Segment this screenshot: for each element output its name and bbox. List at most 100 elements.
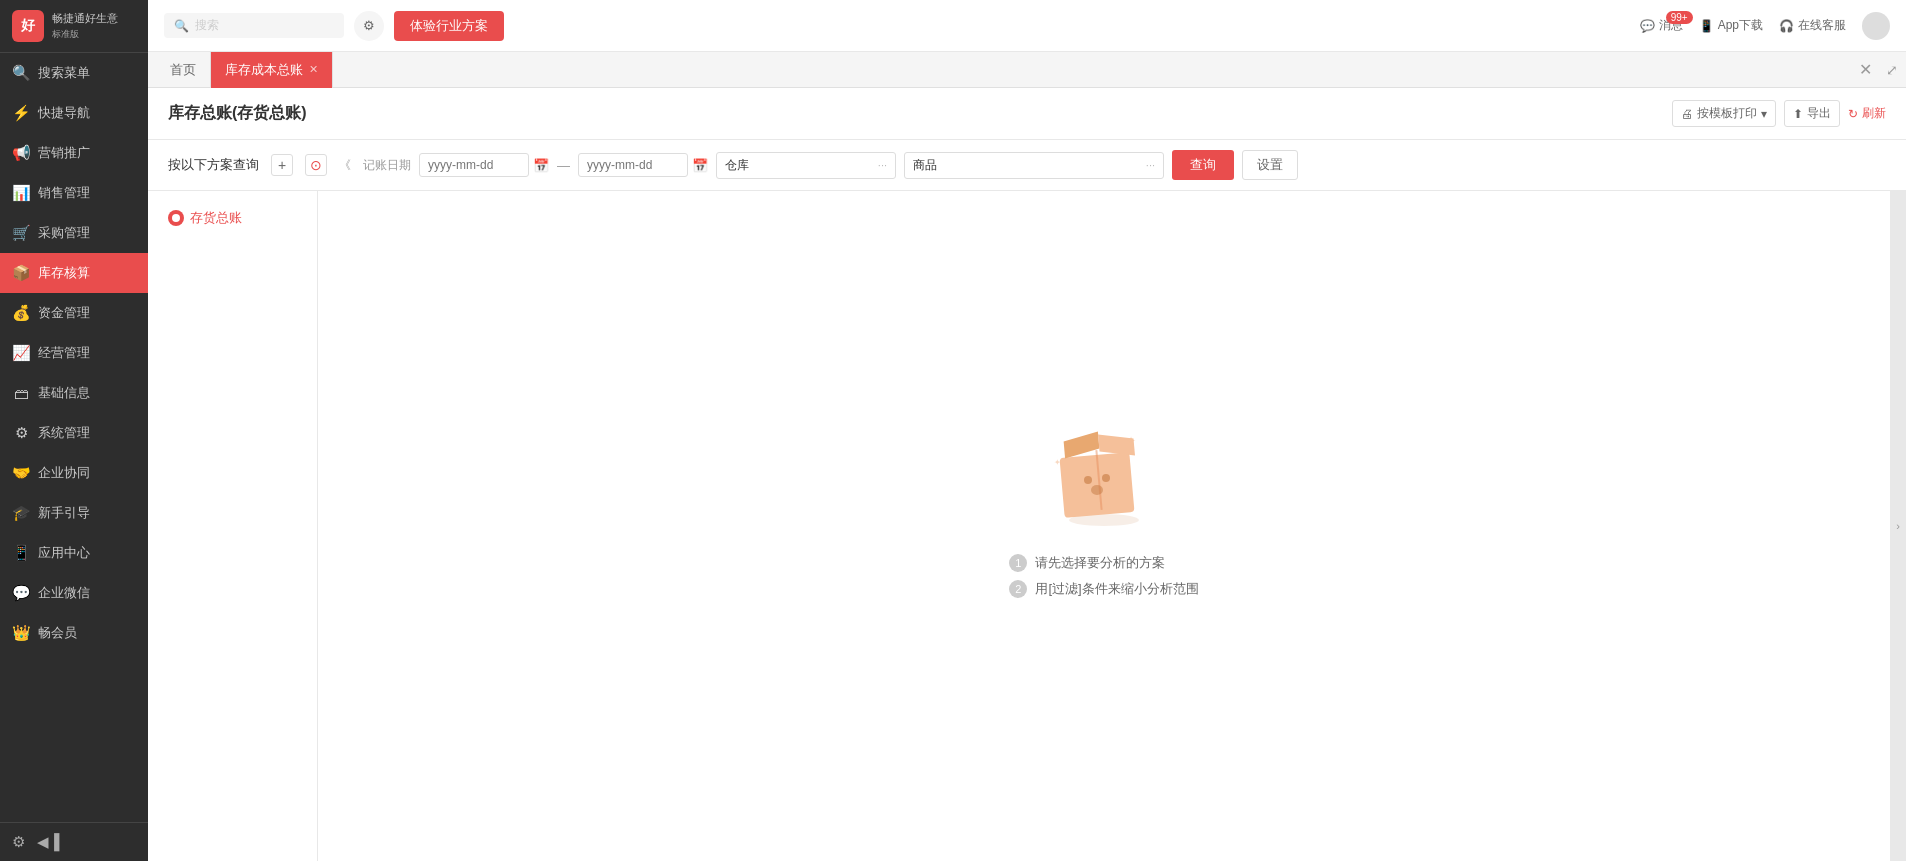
- quick-nav-icon: ⚡: [12, 104, 30, 122]
- svg-text:✦: ✦: [1126, 434, 1136, 448]
- sidebar-item-wechat[interactable]: 💬 企业微信: [0, 573, 148, 613]
- sidebar-item-guide[interactable]: 🎓 新手引导: [0, 493, 148, 533]
- date-end-input[interactable]: [578, 153, 688, 177]
- sidebar-item-marketing[interactable]: 📢 营销推广: [0, 133, 148, 173]
- sidebar-item-inventory[interactable]: 📦 库存核算: [0, 253, 148, 293]
- system-icon: ⚙: [12, 424, 30, 442]
- empty-tip-2: 2 用[过滤]条件来缩小分析范围: [1009, 580, 1198, 598]
- tab-home[interactable]: 首页: [156, 52, 211, 88]
- top-bar: 🔍 搜索 ⚙ 体验行业方案 💬 消息 99+ 📱 App下载 🎧 在线客服: [148, 0, 1906, 52]
- home-tab-label: 首页: [170, 61, 196, 79]
- sidebar-item-search[interactable]: 🔍 搜索菜单: [0, 53, 148, 93]
- basic-info-icon: 🗃: [12, 385, 30, 402]
- sidebar-item-purchase[interactable]: 🛒 采购管理: [0, 213, 148, 253]
- settings-icon-btn[interactable]: ⚙: [354, 11, 384, 41]
- tab-close-icon[interactable]: ✕: [309, 63, 318, 76]
- sidebar-item-sales[interactable]: 📊 销售管理: [0, 173, 148, 213]
- top-bar-right: 💬 消息 99+ 📱 App下载 🎧 在线客服: [1640, 12, 1890, 40]
- calendar-end-icon[interactable]: 📅: [692, 158, 708, 173]
- sidebar-footer: ⚙ ◀▐: [0, 822, 148, 861]
- appstore-icon: 📱: [12, 544, 30, 562]
- refresh-icon: ↻: [1848, 107, 1858, 121]
- app-download-item[interactable]: 📱 App下载: [1699, 17, 1763, 34]
- user-avatar[interactable]: [1862, 12, 1890, 40]
- sidebar-item-finance[interactable]: 💰 资金管理: [0, 293, 148, 333]
- sidebar-item-appstore[interactable]: 📱 应用中心: [0, 533, 148, 573]
- filter-fields-row: 记账日期 📅 — 📅 仓库 ··· 商品 ···: [363, 150, 1886, 180]
- search-bar[interactable]: 🔍 搜索: [164, 13, 344, 38]
- headset-icon: 🎧: [1779, 19, 1794, 33]
- online-service-item[interactable]: 🎧 在线客服: [1779, 17, 1846, 34]
- sidebar-item-cooperation[interactable]: 🤝 企业协同: [0, 453, 148, 493]
- date-end-field: 📅: [578, 153, 708, 177]
- scheme-item-inventory[interactable]: 存货总账: [160, 203, 305, 233]
- phone-icon: 📱: [1699, 19, 1714, 33]
- tab-bar: 首页 库存成本总账 ✕ ✕ ⤢: [148, 52, 1906, 88]
- main-content: 🔍 搜索 ⚙ 体验行业方案 💬 消息 99+ 📱 App下载 🎧 在线客服 首页: [148, 0, 1906, 861]
- date-start-input[interactable]: [419, 153, 529, 177]
- close-panel-button[interactable]: ✕: [1853, 58, 1878, 81]
- inventory-tab-label: 库存成本总账: [225, 61, 303, 79]
- logo-icon: 好: [12, 10, 44, 42]
- inventory-icon: 📦: [12, 264, 30, 282]
- app-logo: 好 畅捷通好生意 标准版: [0, 0, 148, 53]
- goods-selector[interactable]: 商品 ···: [904, 152, 1164, 179]
- warehouse-more-icon: ···: [878, 159, 887, 171]
- right-panel-toggle[interactable]: ›: [1890, 191, 1906, 861]
- filter-label: 按以下方案查询: [168, 156, 259, 174]
- svg-point-6: [1091, 485, 1103, 495]
- tab-inventory-ledger[interactable]: 库存成本总账 ✕: [211, 52, 333, 88]
- export-icon: ⬆: [1793, 107, 1803, 121]
- finance-icon: 💰: [12, 304, 30, 322]
- calendar-start-icon[interactable]: 📅: [533, 158, 549, 173]
- export-button[interactable]: ⬆ 导出: [1784, 100, 1840, 127]
- print-icon: 🖨: [1681, 107, 1693, 121]
- empty-tips: 1 请先选择要分析的方案 2 用[过滤]条件来缩小分析范围: [1009, 554, 1198, 598]
- filter-settings-button[interactable]: ⊙: [305, 154, 327, 176]
- messages-item[interactable]: 💬 消息 99+: [1640, 17, 1683, 34]
- expand-icon[interactable]: ⤢: [1886, 62, 1898, 78]
- purchase-icon: 🛒: [12, 224, 30, 242]
- filter-bar: 按以下方案查询 + ⊙ 《 记账日期 📅 — 📅 仓库 ··: [148, 140, 1906, 191]
- header-actions: 🖨 按模板打印 ▾ ⬆ 导出 ↻ 刷新: [1672, 100, 1886, 127]
- member-icon: 👑: [12, 624, 30, 642]
- industry-solution-button[interactable]: 体验行业方案: [394, 11, 504, 41]
- print-button[interactable]: 🖨 按模板打印 ▾: [1672, 100, 1776, 127]
- sidebar: 好 畅捷通好生意 标准版 🔍 搜索菜单 ⚡ 快捷导航 📢 营销推广 📊 销售管理…: [0, 0, 148, 861]
- warehouse-selector[interactable]: 仓库 ···: [716, 152, 896, 179]
- sidebar-item-quick-nav[interactable]: ⚡ 快捷导航: [0, 93, 148, 133]
- empty-state-area: ✦ ✦ 1 请先选择要分析的方案 2 用[过滤]条件来缩小分析范围: [318, 191, 1890, 861]
- empty-illustration: ✦ ✦: [1044, 415, 1164, 538]
- goods-more-icon: ···: [1146, 159, 1155, 171]
- filter-add-button[interactable]: +: [271, 154, 293, 176]
- setup-button[interactable]: 设置: [1242, 150, 1298, 180]
- date-start-field: 📅: [419, 153, 549, 177]
- print-dropdown-icon: ▾: [1761, 107, 1767, 121]
- query-button[interactable]: 查询: [1172, 150, 1234, 180]
- sidebar-item-basic-info[interactable]: 🗃 基础信息: [0, 373, 148, 413]
- search-icon: 🔍: [12, 64, 30, 82]
- sidebar-nav: 🔍 搜索菜单 ⚡ 快捷导航 📢 营销推广 📊 销售管理 🛒 采购管理 📦 库存核…: [0, 53, 148, 822]
- page-wrapper: 库存总账(存货总账) 🖨 按模板打印 ▾ ⬆ 导出 ↻ 刷新 按以下方案查询: [148, 88, 1906, 861]
- filter-collapse-button[interactable]: 《: [339, 157, 351, 174]
- cooperation-icon: 🤝: [12, 464, 30, 482]
- sidebar-item-member[interactable]: 👑 畅会员: [0, 613, 148, 653]
- sidebar-item-system[interactable]: ⚙ 系统管理: [0, 413, 148, 453]
- date-field-label: 记账日期: [363, 157, 411, 174]
- refresh-button[interactable]: ↻ 刷新: [1848, 105, 1886, 122]
- settings-footer-icon[interactable]: ⚙: [12, 833, 25, 851]
- collapse-footer-icon[interactable]: ◀▐: [37, 833, 60, 851]
- sidebar-footer-icons: ⚙ ◀▐: [12, 833, 60, 851]
- content-area: 存货总账: [148, 191, 1906, 861]
- page-title: 库存总账(存货总账): [168, 103, 307, 124]
- logo-text: 畅捷通好生意 标准版: [52, 11, 118, 41]
- svg-text:✦: ✦: [1054, 458, 1061, 467]
- scheme-dot-icon: [168, 210, 184, 226]
- empty-tip-1: 1 请先选择要分析的方案: [1009, 554, 1198, 572]
- warehouse-label: 仓库: [725, 157, 749, 174]
- svg-point-0: [172, 214, 180, 222]
- marketing-icon: 📢: [12, 144, 30, 162]
- wechat-icon: 💬: [12, 584, 30, 602]
- sidebar-item-management[interactable]: 📈 经营管理: [0, 333, 148, 373]
- tab-close-area: ✕ ⤢: [1853, 58, 1898, 81]
